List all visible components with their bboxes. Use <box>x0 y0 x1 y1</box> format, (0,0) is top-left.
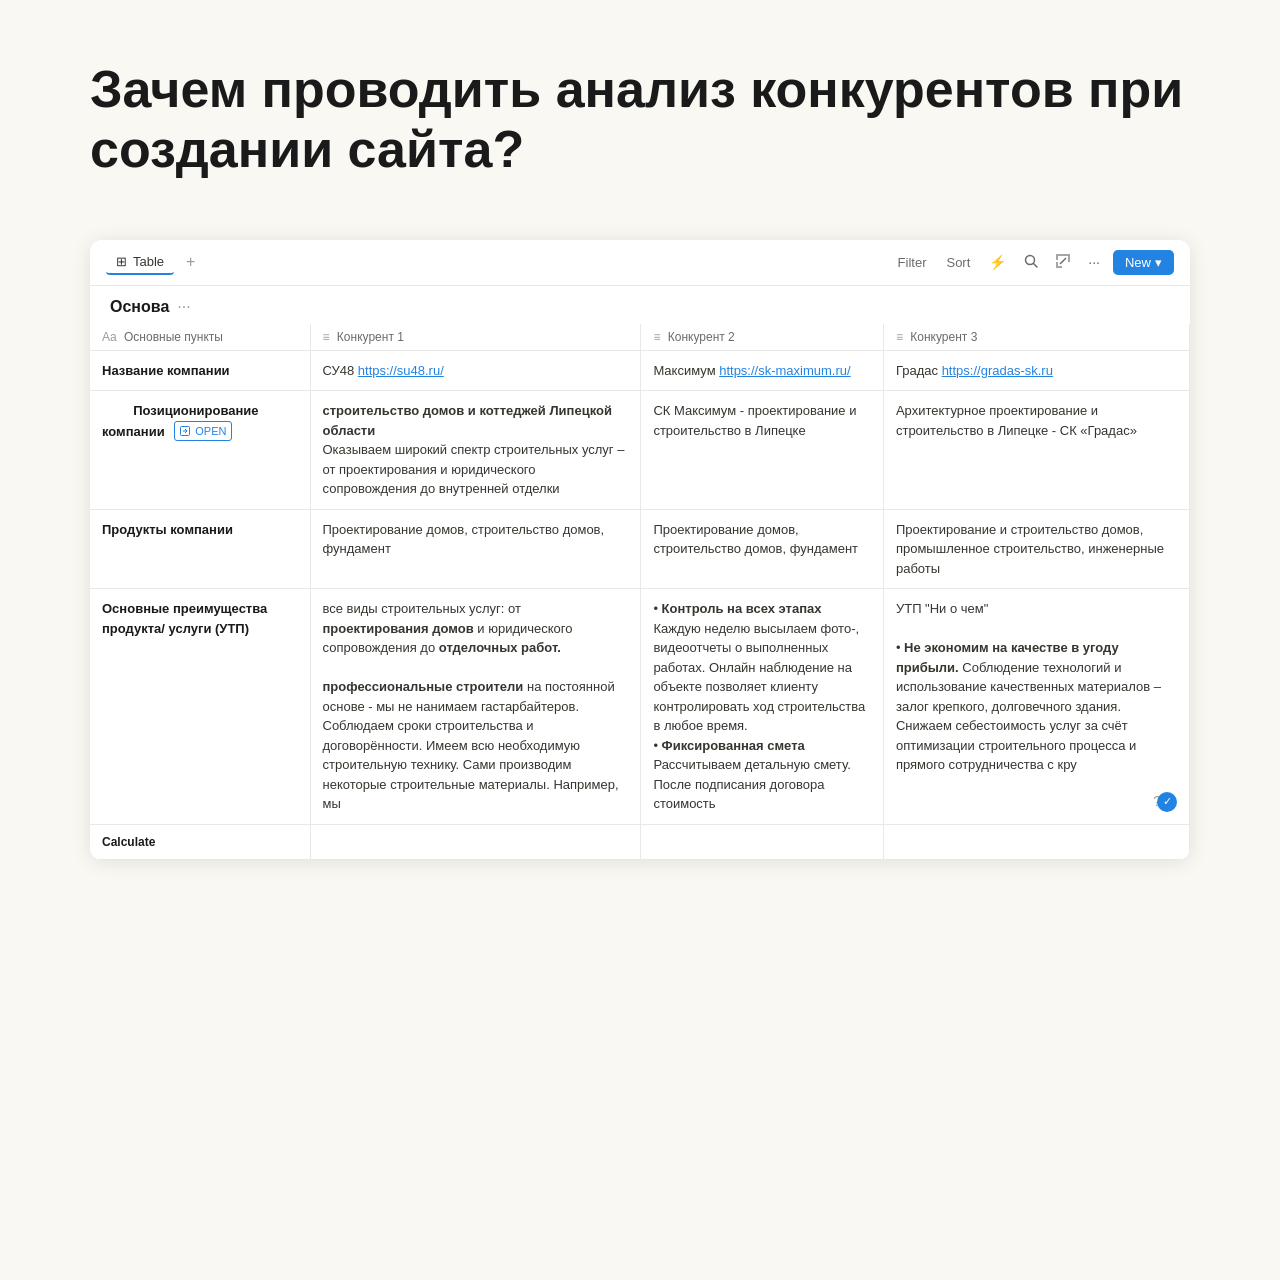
new-button[interactable]: New ▾ <box>1113 250 1174 275</box>
table-row: Название компании СУ48 https://su48.ru/ … <box>90 350 1190 391</box>
text-col-icon-3: ≡ <box>896 330 903 344</box>
row-cell-3-products: Проектирование и строительство домов, пр… <box>883 509 1189 589</box>
table-section-header: Основа ··· <box>90 286 1190 324</box>
row-cell-1-positioning: строительство домов и коттеджей Липецкой… <box>310 391 641 510</box>
text-type-icon: Aa <box>102 330 117 344</box>
link-gradas[interactable]: https://gradas-sk.ru <box>942 363 1053 378</box>
row-label-products: Продукты компании <box>90 509 310 589</box>
chevron-down-icon: ▾ <box>1155 255 1162 270</box>
table-icon: ⊞ <box>116 254 127 269</box>
calculate-cell-2 <box>641 824 884 859</box>
notion-table-container: ⊞ Table + Filter Sort ⚡ ··· <box>90 240 1190 860</box>
col-header-main: Aa Основные пункты <box>90 324 310 351</box>
add-row-icon[interactable]: + <box>102 401 110 421</box>
open-badge[interactable]: OPEN <box>174 421 232 442</box>
add-view-button[interactable]: + <box>180 251 201 273</box>
table-tab-label: Table <box>133 254 164 269</box>
table-row: Продукты компании Проектирование домов, … <box>90 509 1190 589</box>
page-title: Зачем проводить анализ конкурентов при с… <box>90 60 1190 180</box>
toolbar: ⊞ Table + Filter Sort ⚡ ··· <box>90 240 1190 286</box>
filter-button[interactable]: Filter <box>892 252 933 273</box>
text-col-icon-1: ≡ <box>323 330 330 344</box>
calculate-row: Calculate <box>90 824 1190 859</box>
section-options-icon[interactable]: ··· <box>177 298 190 316</box>
row-label-company-name: Название компании <box>90 350 310 391</box>
col-header-1: ≡ Конкурент 1 <box>310 324 641 351</box>
toolbar-actions: Filter Sort ⚡ ··· New ▾ <box>892 250 1174 275</box>
data-table: Aa Основные пункты ≡ Конкурент 1 ≡ Конку… <box>90 324 1190 860</box>
row-label-utp: Основные преимущества продукта/ услуги (… <box>90 589 310 825</box>
drag-row-icon[interactable]: ⠿ <box>114 401 124 421</box>
col-header-2: ≡ Конкурент 2 <box>641 324 884 351</box>
col-header-3: ≡ Конкурент 3 <box>883 324 1189 351</box>
table-row: + ⠿ Позиционирование компании OPEN <box>90 391 1190 510</box>
col-header-main-label: Основные пункты <box>124 330 223 344</box>
section-title: Основа <box>110 298 169 316</box>
new-button-label: New <box>1125 255 1151 270</box>
table-row: Основные преимущества продукта/ услуги (… <box>90 589 1190 825</box>
link-maximum[interactable]: https://sk-maximum.ru/ <box>719 363 850 378</box>
table-tab[interactable]: ⊞ Table <box>106 250 174 275</box>
text-col-icon-2: ≡ <box>653 330 660 344</box>
link-su48[interactable]: https://su48.ru/ <box>358 363 444 378</box>
row-cell-1-company-name: СУ48 https://su48.ru/ <box>310 350 641 391</box>
table-header-row: Aa Основные пункты ≡ Конкурент 1 ≡ Конку… <box>90 324 1190 351</box>
row-cell-1-utp: все виды строительных услуг: от проектир… <box>310 589 641 825</box>
col-header-3-label: Конкурент 3 <box>910 330 977 344</box>
col-header-2-label: Конкурент 2 <box>668 330 735 344</box>
row-label-positioning: + ⠿ Позиционирование компании OPEN <box>90 391 310 510</box>
row-cell-2-utp: • Контроль на всех этапах Каждую неделю … <box>641 589 884 825</box>
link-icon[interactable] <box>1051 251 1075 274</box>
row-cell-2-positioning: СК Максимум - проектирование и строитель… <box>641 391 884 510</box>
row-cell-3-positioning: Архитектурное проектирование и строитель… <box>883 391 1189 510</box>
check-badge: ✓ <box>1157 792 1177 812</box>
col-header-1-label: Конкурент 1 <box>337 330 404 344</box>
sort-button[interactable]: Sort <box>940 252 976 273</box>
row-cell-1-products: Проектирование домов, строительство домо… <box>310 509 641 589</box>
row-cell-3-company-name: Градас https://gradas-sk.ru <box>883 350 1189 391</box>
more-options-icon[interactable]: ··· <box>1083 251 1105 273</box>
search-icon[interactable] <box>1019 251 1043 274</box>
row-cell-2-products: Проектирование домов, строительство домо… <box>641 509 884 589</box>
svg-line-1 <box>1034 263 1038 267</box>
calculate-cell-3 <box>883 824 1189 859</box>
bold-text-1: строительство домов и коттеджей Липецкой… <box>323 403 612 438</box>
row-cell-3-utp last-col: УТП "Ни о чем" • Не экономим на качестве… <box>883 589 1189 825</box>
calculate-cell-1 <box>310 824 641 859</box>
row-cell-2-company-name: Максимум https://sk-maximum.ru/ <box>641 350 884 391</box>
lightning-icon[interactable]: ⚡ <box>984 251 1011 273</box>
calculate-cell[interactable]: Calculate <box>90 824 310 859</box>
